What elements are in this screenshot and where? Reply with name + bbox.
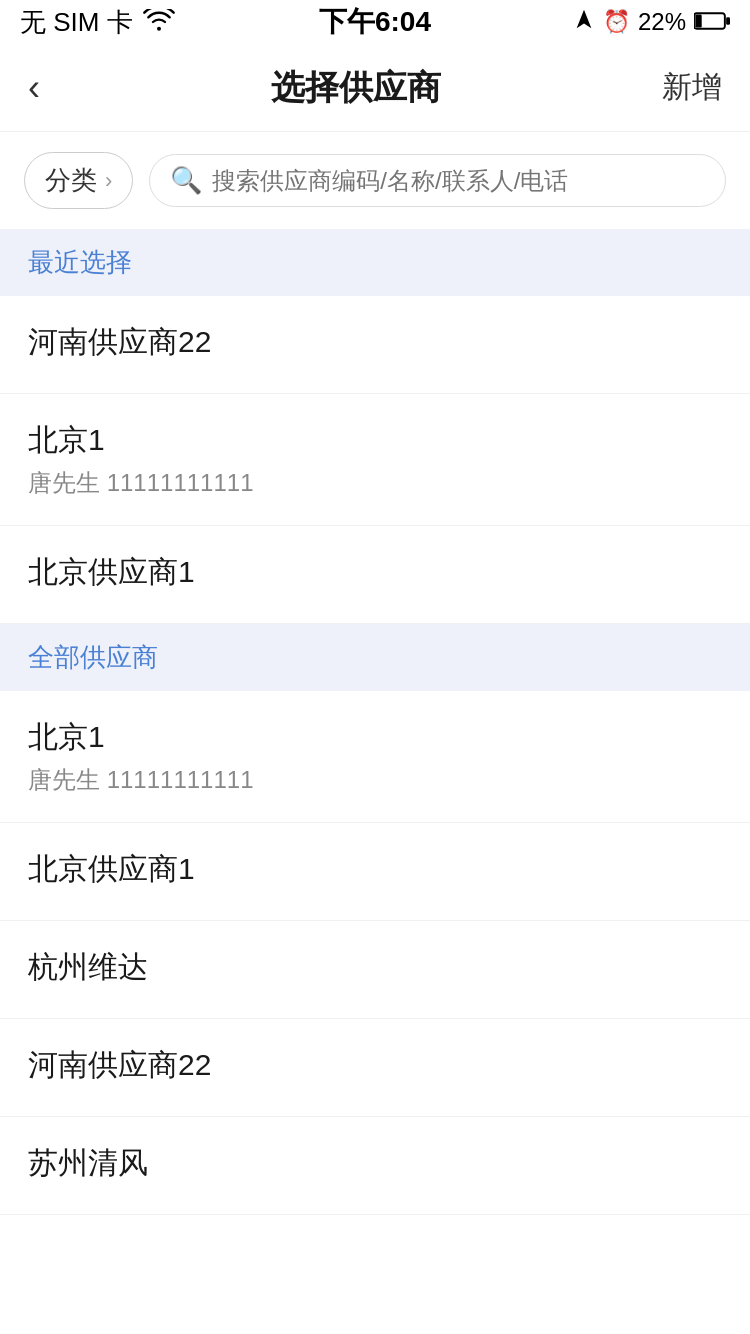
list-item[interactable]: 河南供应商22 — [0, 296, 750, 394]
svg-rect-1 — [726, 17, 730, 25]
chevron-right-icon: › — [105, 168, 112, 194]
status-time: 下午6:04 — [319, 3, 431, 41]
item-contact: 唐先生 11111111111 — [28, 764, 722, 796]
item-name: 北京供应商1 — [28, 552, 722, 593]
battery-text: 22% — [638, 8, 686, 36]
filter-bar: 分类 › 🔍 — [0, 132, 750, 229]
search-input[interactable] — [212, 167, 705, 195]
alarm-icon: ⏰ — [603, 9, 630, 35]
item-name: 河南供应商22 — [28, 1045, 722, 1086]
recent-section-header: 最近选择 — [0, 229, 750, 296]
item-name: 北京供应商1 — [28, 849, 722, 890]
list-item[interactable]: 杭州维达 — [0, 921, 750, 1019]
battery-icon — [694, 8, 730, 36]
sim-text: 无 SIM 卡 — [20, 5, 133, 40]
add-button[interactable]: 新增 — [662, 67, 722, 108]
list-item[interactable]: 北京供应商1 — [0, 823, 750, 921]
item-name: 北京1 — [28, 420, 722, 461]
category-label: 分类 — [45, 163, 97, 198]
status-right: ⏰ 22% — [573, 8, 730, 36]
item-name: 北京1 — [28, 717, 722, 758]
list-item[interactable]: 北京1 唐先生 11111111111 — [0, 394, 750, 526]
search-box: 🔍 — [149, 154, 726, 207]
nav-bar: ‹ 选择供应商 新增 — [0, 44, 750, 132]
search-icon: 🔍 — [170, 165, 202, 196]
list-item[interactable]: 北京1 唐先生 11111111111 — [0, 691, 750, 823]
item-name: 河南供应商22 — [28, 322, 722, 363]
status-bar: 无 SIM 卡 下午6:04 ⏰ 22% — [0, 0, 750, 44]
list-item[interactable]: 北京供应商1 — [0, 526, 750, 624]
status-left: 无 SIM 卡 — [20, 5, 175, 40]
back-button[interactable]: ‹ — [18, 57, 50, 119]
svg-rect-2 — [695, 15, 701, 28]
category-button[interactable]: 分类 › — [24, 152, 133, 209]
list-item[interactable]: 河南供应商22 — [0, 1019, 750, 1117]
item-name: 苏州清风 — [28, 1143, 722, 1184]
wifi-icon — [143, 7, 175, 38]
item-name: 杭州维达 — [28, 947, 722, 988]
location-icon — [573, 8, 595, 36]
page-title: 选择供应商 — [271, 65, 441, 111]
item-contact: 唐先生 11111111111 — [28, 467, 722, 499]
list-item[interactable]: 苏州清风 — [0, 1117, 750, 1215]
all-items-list: 北京1 唐先生 11111111111 北京供应商1 杭州维达河南供应商22 苏州清风 — [0, 691, 750, 1215]
recent-items-list: 河南供应商22 北京1 唐先生 11111111111 北京供应商1 — [0, 296, 750, 624]
all-section-header: 全部供应商 — [0, 624, 750, 691]
